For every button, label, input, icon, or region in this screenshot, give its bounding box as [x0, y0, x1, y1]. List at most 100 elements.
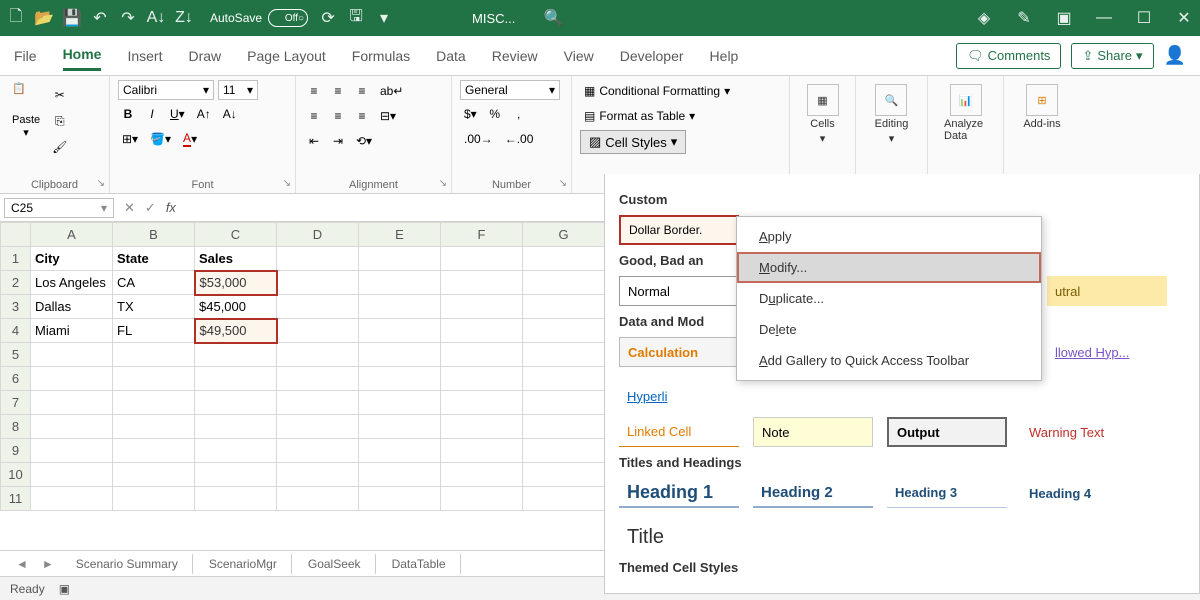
copy-icon[interactable]: ⎘ — [48, 110, 71, 132]
style-heading-4[interactable]: Heading 4 — [1021, 478, 1141, 508]
cell[interactable] — [441, 463, 523, 487]
cell[interactable] — [277, 343, 359, 367]
cell[interactable] — [359, 319, 441, 343]
cell[interactable] — [359, 271, 441, 295]
cell[interactable] — [113, 415, 195, 439]
row-header[interactable]: 9 — [1, 439, 31, 463]
wrap-text-button[interactable]: ab↵ — [376, 80, 407, 102]
tab-developer[interactable]: Developer — [620, 42, 684, 70]
tab-insert[interactable]: Insert — [127, 42, 162, 70]
cell[interactable] — [359, 391, 441, 415]
cell[interactable] — [195, 439, 277, 463]
addins-button[interactable]: ⊞Add-ins — [1015, 80, 1068, 134]
sheet-nav-prev-icon[interactable]: ◄ — [10, 557, 34, 571]
tab-review[interactable]: Review — [492, 42, 538, 70]
cell[interactable] — [277, 271, 359, 295]
style-warning-text[interactable]: Warning Text — [1021, 417, 1141, 447]
cell[interactable] — [277, 319, 359, 343]
bold-button[interactable]: B — [118, 103, 138, 125]
cell[interactable] — [523, 343, 605, 367]
row-header[interactable]: 3 — [1, 295, 31, 319]
tab-draw[interactable]: Draw — [188, 42, 221, 70]
font-dialog-icon[interactable]: ↘ — [283, 178, 291, 189]
conditional-formatting-button[interactable]: ▦ Conditional Formatting ▾ — [580, 80, 734, 102]
row-header[interactable]: 10 — [1, 463, 31, 487]
comments-button[interactable]: 🗨 Comments — [956, 43, 1061, 69]
align-right-icon[interactable]: ≡ — [352, 105, 372, 127]
style-dollar-border[interactable]: Dollar Border. — [619, 215, 739, 245]
decrease-indent-icon[interactable]: ⇤ — [304, 130, 324, 152]
save-icon[interactable]: 💾 — [64, 10, 80, 26]
sort-asc-icon[interactable]: A↓ — [148, 10, 164, 26]
cell[interactable] — [277, 415, 359, 439]
cell[interactable] — [277, 367, 359, 391]
sheet-tab[interactable]: Scenario Summary — [62, 554, 193, 574]
search-icon[interactable]: 🔍 — [545, 10, 561, 26]
cell[interactable] — [277, 391, 359, 415]
select-all-corner[interactable] — [1, 223, 31, 247]
analyze-data-button[interactable]: 📊Analyze Data — [936, 80, 995, 146]
style-title[interactable]: Title — [619, 522, 679, 552]
ctx-add-to-qat[interactable]: Add Gallery to Quick Access Toolbar — [737, 345, 1041, 376]
style-normal[interactable]: Normal — [619, 276, 739, 306]
cell[interactable] — [359, 439, 441, 463]
cell[interactable] — [277, 487, 359, 511]
cell[interactable] — [195, 343, 277, 367]
cell[interactable] — [113, 367, 195, 391]
share-button[interactable]: ⇪ Share ▾ — [1071, 43, 1153, 69]
cell[interactable] — [277, 247, 359, 271]
merge-button[interactable]: ⊟▾ — [376, 105, 400, 127]
font-color-button[interactable]: A▾ — [179, 128, 201, 150]
fx-icon[interactable]: fx — [166, 200, 176, 215]
minimize-icon[interactable]: — — [1096, 10, 1112, 26]
cell[interactable] — [359, 247, 441, 271]
italic-button[interactable]: I — [142, 103, 162, 125]
ctx-apply[interactable]: Apply — [737, 221, 1041, 252]
row-header[interactable]: 2 — [1, 271, 31, 295]
sort-desc-icon[interactable]: Z↓ — [176, 10, 192, 26]
cell[interactable] — [359, 415, 441, 439]
sheet-tab[interactable]: ScenarioMgr — [195, 554, 292, 574]
cell[interactable] — [359, 487, 441, 511]
paste-button[interactable]: 📋 Paste▾ — [8, 80, 44, 158]
cell[interactable] — [359, 343, 441, 367]
border-button[interactable]: ⊞▾ — [118, 128, 142, 150]
cell[interactable] — [523, 487, 605, 511]
style-calculation[interactable]: Calculation — [619, 337, 739, 367]
col-header-g[interactable]: G — [523, 223, 605, 247]
cell[interactable] — [441, 295, 523, 319]
number-format-combo[interactable]: General▾ — [460, 80, 560, 100]
format-painter-icon[interactable]: 🖌 — [48, 136, 71, 158]
increase-decimal-icon[interactable]: .00→ — [460, 128, 497, 150]
clipboard-dialog-icon[interactable]: ↘ — [97, 178, 105, 189]
ctx-delete[interactable]: Delete — [737, 314, 1041, 345]
cell[interactable] — [441, 271, 523, 295]
cancel-formula-icon[interactable]: ✕ — [124, 200, 135, 216]
user-icon[interactable]: 👤 — [1164, 45, 1186, 66]
style-output[interactable]: Output — [887, 417, 1007, 447]
style-heading-1[interactable]: Heading 1 — [619, 478, 739, 508]
cell[interactable]: TX — [113, 295, 195, 319]
cell[interactable] — [195, 415, 277, 439]
percent-icon[interactable]: % — [485, 103, 505, 125]
cell[interactable] — [195, 367, 277, 391]
align-left-icon[interactable]: ≡ — [304, 105, 324, 127]
number-dialog-icon[interactable]: ↘ — [559, 178, 567, 189]
cell[interactable]: CA — [113, 271, 195, 295]
row-header[interactable]: 1 — [1, 247, 31, 271]
row-header[interactable]: 7 — [1, 391, 31, 415]
sheet-nav-next-icon[interactable]: ► — [36, 557, 60, 571]
cell[interactable] — [441, 487, 523, 511]
cell[interactable] — [441, 319, 523, 343]
style-note[interactable]: Note — [753, 417, 873, 447]
cell-styles-button[interactable]: ▨ Cell Styles ▾ — [580, 130, 686, 154]
align-center-icon[interactable]: ≡ — [328, 105, 348, 127]
cell[interactable] — [195, 463, 277, 487]
cell[interactable] — [277, 295, 359, 319]
col-header-c[interactable]: C — [195, 223, 277, 247]
underline-button[interactable]: U▾ — [166, 103, 189, 125]
cell[interactable]: FL — [113, 319, 195, 343]
col-header-a[interactable]: A — [31, 223, 113, 247]
cell[interactable] — [441, 247, 523, 271]
increase-indent-icon[interactable]: ⇥ — [328, 130, 348, 152]
